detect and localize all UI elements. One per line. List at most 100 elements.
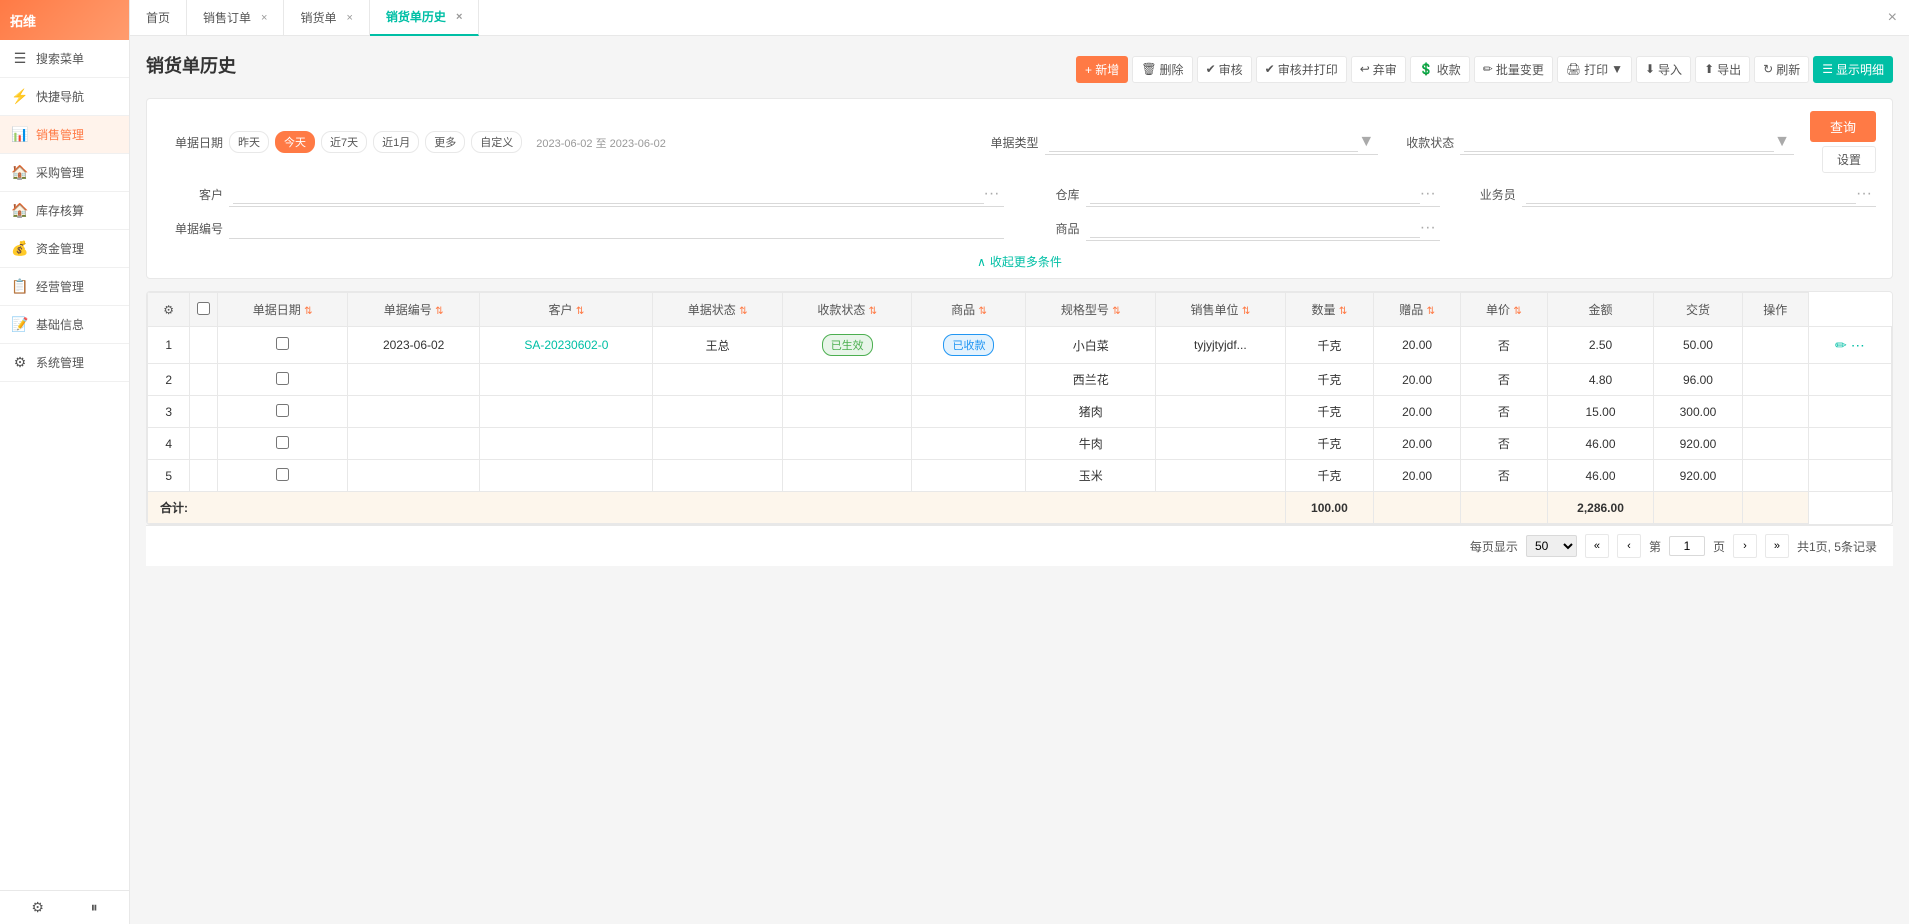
col-goods[interactable]: 商品 ⇅ <box>912 293 1026 327</box>
date-btn-7days[interactable]: 近7天 <box>321 131 367 153</box>
col-customer[interactable]: 客户 ⇅ <box>480 293 653 327</box>
row-customer <box>653 364 783 396</box>
col-gear[interactable]: ⚙ <box>148 293 190 327</box>
row-goods: 牛肉 <box>1026 428 1156 460</box>
delete-button[interactable]: 🗑 删除 <box>1132 56 1192 83</box>
row-checkbox-3[interactable] <box>276 404 289 417</box>
col-docstatus[interactable]: 单据状态 ⇅ <box>653 293 783 327</box>
tab-sales-goods[interactable]: 销货单 × <box>284 0 369 36</box>
date-btn-yesterday[interactable]: 昨天 <box>229 131 269 153</box>
col-unit[interactable]: 销售单位 ⇅ <box>1156 293 1286 327</box>
customer-dots-icon[interactable]: ··· <box>984 185 1000 203</box>
summary-price <box>1461 492 1548 524</box>
row-gift: 否 <box>1461 327 1548 364</box>
abandon-button[interactable]: ↩ 弃审 <box>1351 56 1406 83</box>
row-checkbox-1[interactable] <box>276 337 289 350</box>
sort-gift-icon: ⇅ <box>1427 306 1435 317</box>
tab-sales-history[interactable]: 销货单历史 × <box>370 0 479 36</box>
query-button[interactable]: 查询 <box>1810 111 1876 142</box>
sidebar-item-sales-mgmt[interactable]: 📊 销售管理 <box>0 116 129 154</box>
toolbar: + 新增 🗑 删除 ✔ 审核 ✔ 审核并打印 ↩ 弃审 <box>1076 56 1893 83</box>
filter-paystatus-input[interactable] <box>1464 131 1774 152</box>
row-checkbox-4[interactable] <box>276 436 289 449</box>
col-date[interactable]: 单据日期 ⇅ <box>218 293 348 327</box>
filter-goods-input[interactable] <box>1090 217 1420 238</box>
new-button[interactable]: + 新增 <box>1076 56 1128 83</box>
import-button[interactable]: ⬇ 导入 <box>1636 56 1691 83</box>
row-docstatus <box>782 396 912 428</box>
filter-customer-input[interactable] <box>233 183 984 204</box>
export-button[interactable]: ⬆ 导出 <box>1695 56 1750 83</box>
date-btn-custom[interactable]: 自定义 <box>471 131 522 153</box>
filter-warehouse-input[interactable] <box>1090 183 1420 204</box>
filter-doctype-input[interactable] <box>1049 131 1359 152</box>
row-customer <box>653 428 783 460</box>
row-checkbox-2[interactable] <box>276 372 289 385</box>
first-page-button[interactable]: « <box>1585 534 1609 558</box>
audit-print-button[interactable]: ✔ 审核并打印 <box>1256 56 1347 83</box>
collapse-button[interactable]: ∧ 收起更多条件 <box>163 249 1876 274</box>
sidebar-item-finance-mgmt[interactable]: 💰 资金管理 <box>0 230 129 268</box>
salesperson-dots-icon[interactable]: ··· <box>1856 185 1872 203</box>
date-btn-more[interactable]: 更多 <box>425 131 465 153</box>
col-paystatus[interactable]: 收款状态 ⇅ <box>782 293 912 327</box>
total-info: 共1页, 5条记录 <box>1797 538 1877 555</box>
row-paystatus: 已收款 <box>912 327 1026 364</box>
filter-docno-field: 单据编号 <box>163 218 1004 239</box>
sidebar-item-sys-mgmt[interactable]: ⚙ 系统管理 <box>0 344 129 382</box>
tab-close-sales-goods[interactable]: × <box>346 12 352 24</box>
tab-sales-order[interactable]: 销售订单 × <box>187 0 284 36</box>
row-ops <box>1808 460 1891 492</box>
audit-button[interactable]: ✔ 审核 <box>1197 56 1252 83</box>
paystatus-dropdown-icon[interactable]: ▼ <box>1774 133 1790 151</box>
goods-dots-icon[interactable]: ··· <box>1420 219 1436 237</box>
filter-row-3: 单据编号 商品 ··· <box>163 215 1876 241</box>
date-btn-1month[interactable]: 近1月 <box>373 131 419 153</box>
sidebar-item-quick-nav[interactable]: ⚡ 快捷导航 <box>0 78 129 116</box>
filter-docno-input[interactable] <box>229 218 1004 239</box>
sidebar-item-inventory[interactable]: 🏠 库存核算 <box>0 192 129 230</box>
row-qty: 20.00 <box>1374 364 1461 396</box>
display-button[interactable]: ☰ 显示明细 <box>1813 56 1893 83</box>
sidebar-settings-icon[interactable]: ⚙ <box>31 899 44 916</box>
print-button[interactable]: 🖨 打印 ▼ <box>1557 56 1632 83</box>
select-all-checkbox[interactable] <box>197 302 210 315</box>
refresh-icon: ↻ <box>1763 62 1773 76</box>
next-page-button[interactable]: › <box>1733 534 1757 558</box>
last-page-button[interactable]: » <box>1765 534 1789 558</box>
warehouse-dots-icon[interactable]: ··· <box>1420 185 1436 203</box>
import-icon: ⬇ <box>1645 62 1655 76</box>
doc-no-link[interactable]: SA-20230602-0 <box>524 338 608 352</box>
page-number-input[interactable] <box>1669 536 1705 556</box>
receive-button[interactable]: 💲 收款 <box>1410 56 1470 83</box>
col-qty[interactable]: 数量 ⇅ <box>1285 293 1374 327</box>
row-date <box>347 396 480 428</box>
sidebar-item-purchase-mgmt[interactable]: 🏠 采购管理 <box>0 154 129 192</box>
row-checkbox-5[interactable] <box>276 468 289 481</box>
col-spec[interactable]: 规格型号 ⇅ <box>1026 293 1156 327</box>
col-docno[interactable]: 单据编号 ⇅ <box>347 293 480 327</box>
batch-change-button[interactable]: ✏ 批量变更 <box>1474 56 1553 83</box>
row-paystatus <box>912 428 1026 460</box>
data-table-wrap: ⚙ 单据日期 ⇅ 单据编号 ⇅ 客户 ⇅ <box>146 291 1893 525</box>
setting-button[interactable]: 设置 <box>1822 146 1876 173</box>
more-icon[interactable]: ⋯ <box>1851 337 1865 353</box>
sidebar-pause-icon[interactable]: ⏸ <box>91 899 98 916</box>
filter-salesperson-input[interactable] <box>1526 183 1856 204</box>
refresh-button[interactable]: ↻ 刷新 <box>1754 56 1809 83</box>
tab-close-sales-history[interactable]: × <box>456 11 462 23</box>
per-page-select[interactable]: 20 50 100 <box>1526 535 1577 557</box>
window-close-button[interactable]: × <box>1876 9 1909 27</box>
tab-home[interactable]: 首页 <box>130 0 187 36</box>
col-price[interactable]: 单价 ⇅ <box>1461 293 1548 327</box>
tab-close-sales-order[interactable]: × <box>261 12 267 24</box>
col-gift[interactable]: 赠品 ⇅ <box>1374 293 1461 327</box>
sidebar-item-search-menu[interactable]: ☰ 搜索菜单 <box>0 40 129 78</box>
doctype-dropdown-icon[interactable]: ▼ <box>1358 133 1374 151</box>
sidebar-item-basic-info[interactable]: 📝 基础信息 <box>0 306 129 344</box>
print-arrow-icon: ▼ <box>1611 62 1623 76</box>
edit-icon[interactable]: ✏ <box>1835 337 1847 353</box>
prev-page-button[interactable]: ‹ <box>1617 534 1641 558</box>
sidebar-item-ops-mgmt[interactable]: 📋 经营管理 <box>0 268 129 306</box>
date-btn-today[interactable]: 今天 <box>275 131 315 153</box>
